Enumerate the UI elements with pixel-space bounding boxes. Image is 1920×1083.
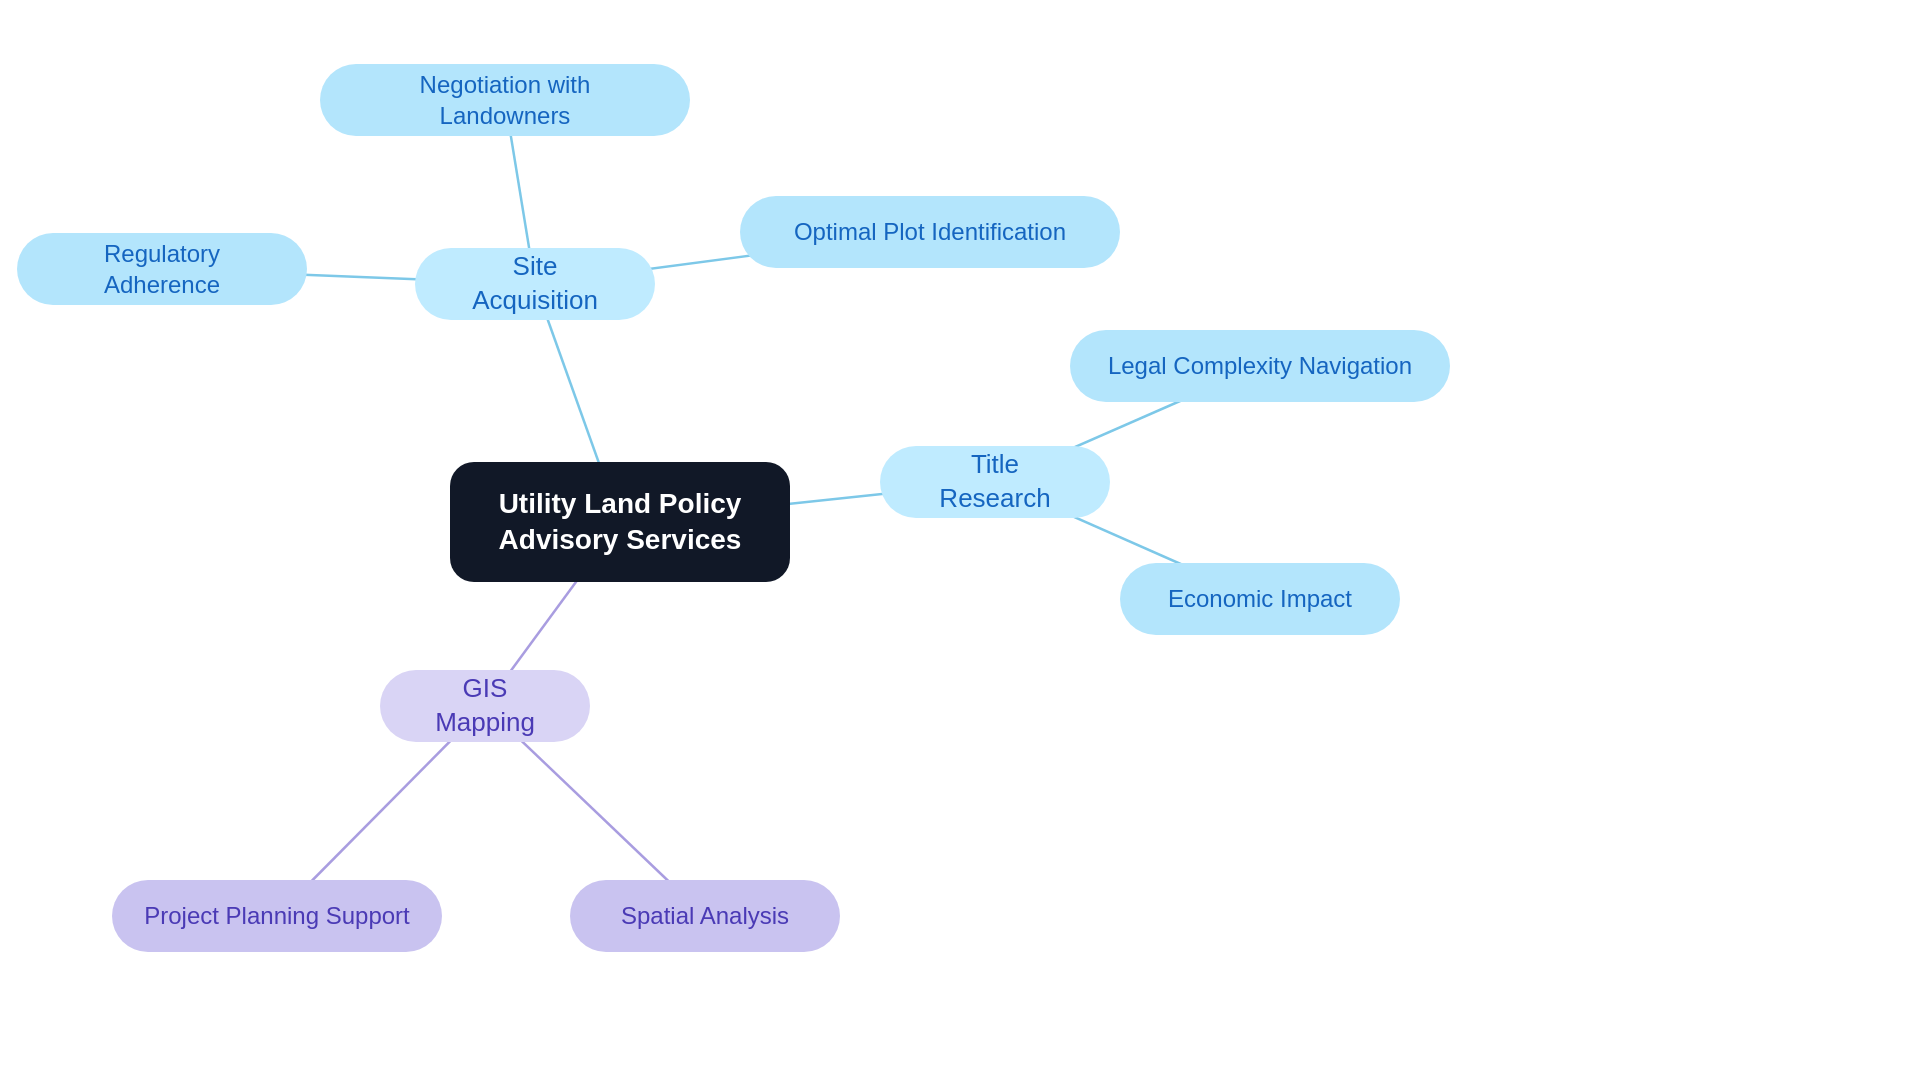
center-node: Utility Land Policy Advisory Services xyxy=(450,462,790,582)
project-planning-node: Project Planning Support xyxy=(112,880,442,952)
economic-impact-node: Economic Impact xyxy=(1120,563,1400,635)
title-research-node: Title Research xyxy=(880,446,1110,518)
gis-mapping-node: GIS Mapping xyxy=(380,670,590,742)
spatial-analysis-node: Spatial Analysis xyxy=(570,880,840,952)
negotiation-landowners-node: Negotiation with Landowners xyxy=(320,64,690,136)
regulatory-adherence-node: Regulatory Adherence xyxy=(17,233,307,305)
legal-complexity-node: Legal Complexity Navigation xyxy=(1070,330,1450,402)
optimal-plot-node: Optimal Plot Identification xyxy=(740,196,1120,268)
site-acquisition-node: Site Acquisition xyxy=(415,248,655,320)
